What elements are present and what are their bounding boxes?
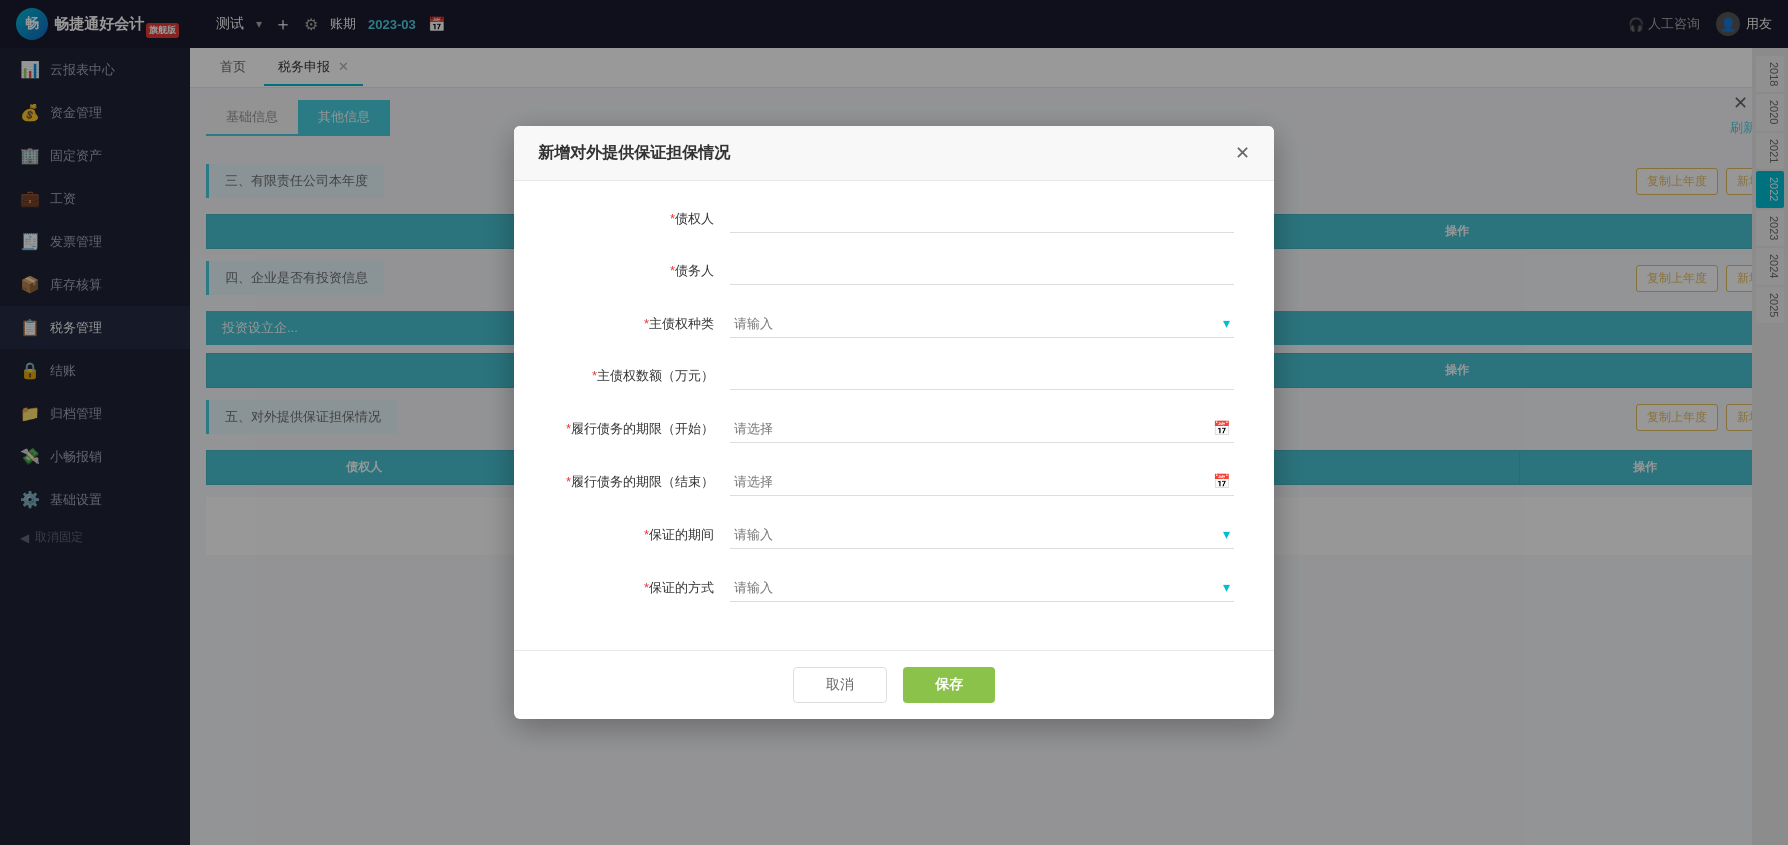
- form-row-guarantee-method: *保证的方式 ▾: [554, 573, 1234, 602]
- form-row-period-start: *履行债务的期限（开始） 📅: [554, 414, 1234, 443]
- input-period-start[interactable]: [734, 421, 1213, 436]
- input-guarantee-period[interactable]: [734, 527, 1223, 542]
- input-debtor[interactable]: [730, 257, 1234, 285]
- date-period-end-wrapper[interactable]: 📅: [730, 467, 1234, 496]
- label-creditor: *债权人: [554, 210, 714, 228]
- dialog-title: 新增对外提供保证担保情况: [538, 143, 730, 164]
- dialog-header: 新增对外提供保证担保情况 ✕: [514, 126, 1274, 181]
- label-debtor: *债务人: [554, 262, 714, 280]
- label-guarantee-period: *保证的期间: [554, 526, 714, 544]
- chevron-down-icon-guarantee-period[interactable]: ▾: [1223, 526, 1230, 542]
- label-claim-type: *主债权种类: [554, 315, 714, 333]
- chevron-down-icon-guarantee-method[interactable]: ▾: [1223, 579, 1230, 595]
- cancel-button[interactable]: 取消: [793, 667, 887, 703]
- dialog-overlay: 新增对外提供保证担保情况 ✕ *债权人 *债务人 *: [0, 0, 1788, 845]
- input-creditor[interactable]: [730, 205, 1234, 233]
- form-row-guarantee-period: *保证的期间 ▾: [554, 520, 1234, 549]
- form-row-claim-amount: *主债权数额（万元）: [554, 362, 1234, 390]
- label-period-start: *履行债务的期限（开始）: [554, 420, 714, 438]
- form-row-period-end: *履行债务的期限（结束） 📅: [554, 467, 1234, 496]
- form-row-creditor: *债权人: [554, 205, 1234, 233]
- select-claim-type-wrapper[interactable]: ▾: [730, 309, 1234, 338]
- dialog-close-button[interactable]: ✕: [1235, 142, 1250, 164]
- chevron-down-icon-claim-type[interactable]: ▾: [1223, 315, 1230, 331]
- dialog-footer: 取消 保存: [514, 650, 1274, 719]
- dialog-body: *债权人 *债务人 *主债权种类 ▾: [514, 181, 1274, 650]
- calendar-start-icon[interactable]: 📅: [1213, 420, 1230, 436]
- save-button[interactable]: 保存: [903, 667, 995, 703]
- select-guarantee-period-wrapper[interactable]: ▾: [730, 520, 1234, 549]
- label-claim-amount: *主债权数额（万元）: [554, 367, 714, 385]
- form-row-claim-type: *主债权种类 ▾: [554, 309, 1234, 338]
- form-row-debtor: *债务人: [554, 257, 1234, 285]
- dialog: 新增对外提供保证担保情况 ✕ *债权人 *债务人 *: [514, 126, 1274, 719]
- input-period-end[interactable]: [734, 474, 1213, 489]
- input-guarantee-method[interactable]: [734, 580, 1223, 595]
- select-guarantee-method-wrapper[interactable]: ▾: [730, 573, 1234, 602]
- label-period-end: *履行债务的期限（结束）: [554, 473, 714, 491]
- calendar-end-icon[interactable]: 📅: [1213, 473, 1230, 489]
- input-claim-amount[interactable]: [730, 362, 1234, 390]
- label-guarantee-method: *保证的方式: [554, 579, 714, 597]
- input-claim-type[interactable]: [734, 316, 1223, 331]
- date-period-start-wrapper[interactable]: 📅: [730, 414, 1234, 443]
